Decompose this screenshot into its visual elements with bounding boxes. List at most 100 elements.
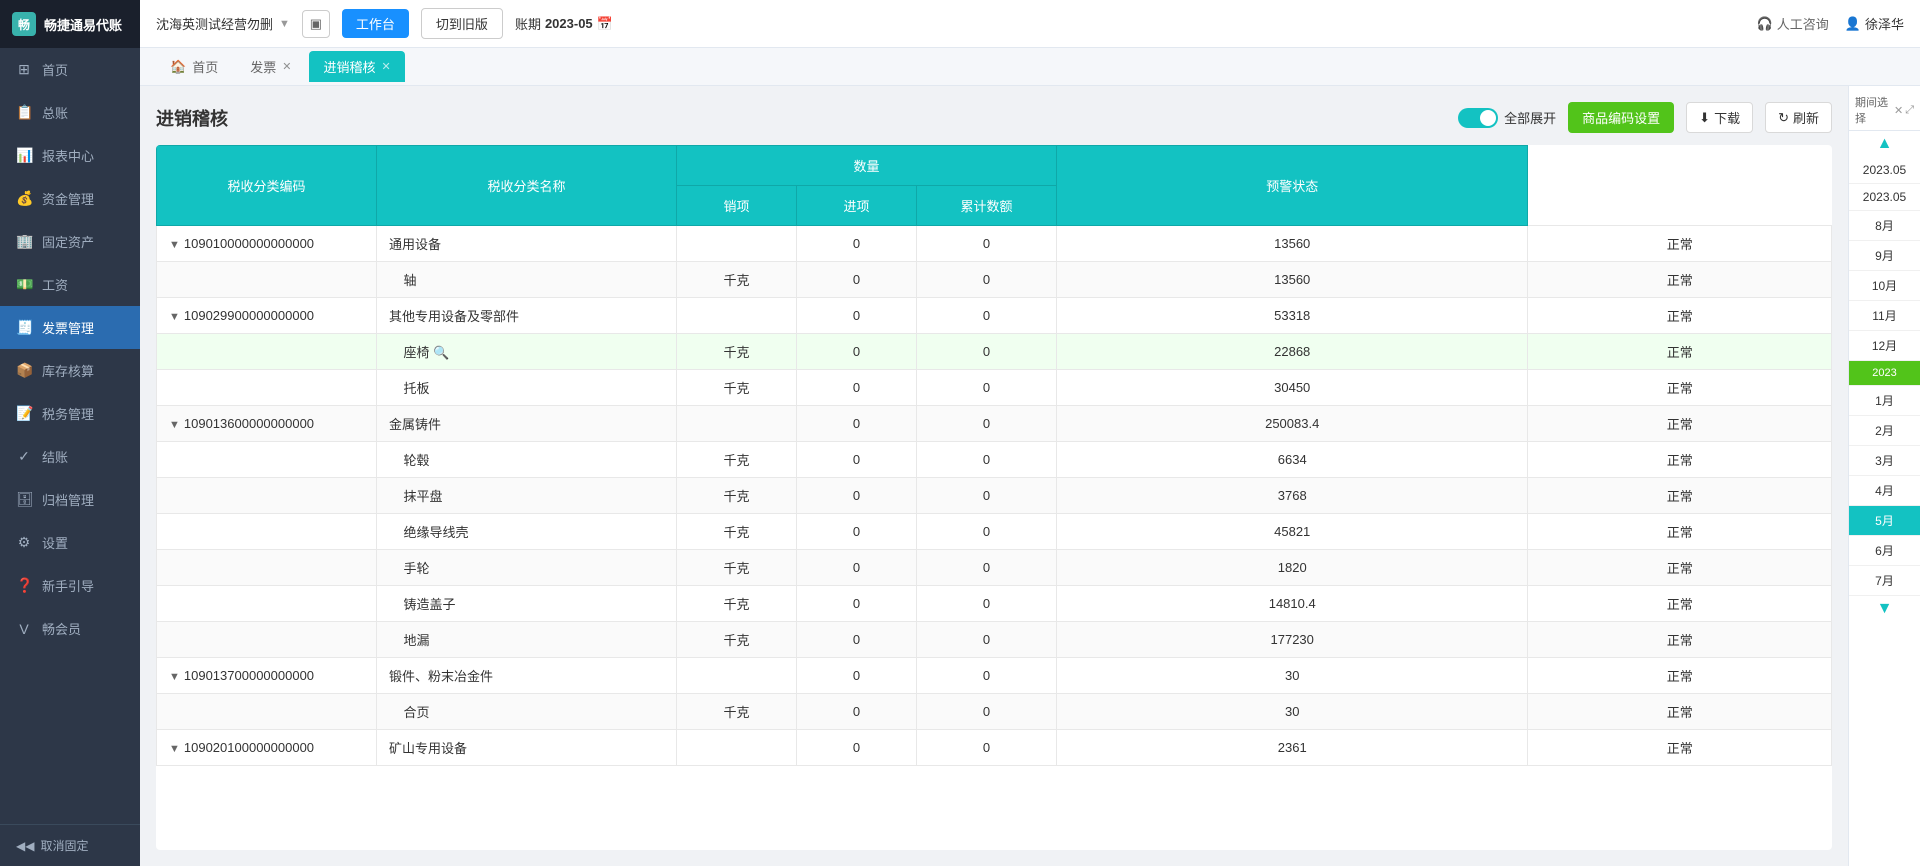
tab-close-icon[interactable]: ✕	[282, 60, 291, 73]
sidebar-item-guide[interactable]: ❓新手引导	[0, 564, 140, 607]
cell-total: 30450	[1057, 370, 1528, 406]
download-button[interactable]: ⬇ 下载	[1686, 102, 1753, 133]
tab-bar: 🏠首页发票✕进销稽核✕	[140, 48, 1920, 86]
cell-name: 矿山专用设备	[377, 730, 677, 766]
expand-all-toggle[interactable]: 全部展开	[1458, 108, 1556, 128]
expand-icon[interactable]: ▼	[169, 743, 180, 755]
period-item-12月[interactable]: 12月	[1849, 331, 1920, 361]
sidebar-item-invoice[interactable]: 🧾发票管理	[0, 306, 140, 349]
period-item-1月[interactable]: 1月	[1849, 386, 1920, 416]
sidebar-label-home: 首页	[42, 60, 68, 79]
period-list: 2023.052023.058月9月10月11月12月20231月2月3月4月5…	[1849, 157, 1920, 596]
sidebar-item-ledger[interactable]: 📋总账	[0, 91, 140, 134]
workbench-button[interactable]: 工作台	[342, 9, 409, 38]
tab-发票[interactable]: 发票✕	[236, 51, 305, 82]
sidebar-item-tax[interactable]: 📝税务管理	[0, 392, 140, 435]
switch-version-button[interactable]: 切到旧版	[421, 8, 503, 39]
home-icon: ⊞	[16, 61, 32, 78]
cell-total: 2361	[1057, 730, 1528, 766]
cell-name: 绝缘导线壳	[377, 514, 677, 550]
save-button[interactable]: ▣	[302, 10, 330, 38]
period-item-10月[interactable]: 10月	[1849, 271, 1920, 301]
cell-code: ▼109010000000000000	[157, 226, 377, 262]
expand-icon[interactable]: ▼	[169, 419, 180, 431]
period-item-8月[interactable]: 8月	[1849, 211, 1920, 241]
settings-icon: ⚙	[16, 534, 32, 551]
sidebar-nav: ⊞ 首页 📋总账📊报表中心💰资金管理🏢固定资产💵工资🧾发票管理📦库存核算📝税务管理✓…	[0, 48, 140, 824]
col-purchase: 进项	[797, 186, 917, 226]
cell-code	[157, 478, 377, 514]
sidebar-item-inventory[interactable]: 📦库存核算	[0, 349, 140, 392]
product-code-button[interactable]: 商品编码设置	[1568, 102, 1674, 133]
period-item-3月[interactable]: 3月	[1849, 446, 1920, 476]
cell-code: ▼109013600000000000	[157, 406, 377, 442]
payroll-icon: 💵	[16, 276, 32, 293]
sidebar-item-archive[interactable]: 🗄归档管理	[0, 478, 140, 521]
table-row: 轴 千克 0 0 13560 正常	[157, 262, 1832, 298]
toggle-switch[interactable]	[1458, 108, 1498, 128]
cell-name: 座椅 🔍	[377, 334, 677, 370]
search-icon[interactable]: 🔍	[433, 345, 449, 360]
sidebar-item-settings[interactable]: ⚙设置	[0, 521, 140, 564]
period-selector[interactable]: 账期 2023-05 📅	[515, 14, 613, 33]
tab-首页[interactable]: 🏠首页	[156, 51, 232, 82]
cell-status: 正常	[1528, 370, 1832, 406]
service-label: 人工咨询	[1777, 14, 1829, 33]
cell-sales: 0	[797, 730, 917, 766]
refresh-button[interactable]: ↻ 刷新	[1765, 102, 1832, 133]
user-menu[interactable]: 👤 徐泽华	[1845, 14, 1904, 33]
pin-icon: ◀◀	[16, 839, 34, 853]
sidebar-item-payroll[interactable]: 💵工资	[0, 263, 140, 306]
cell-sales: 0	[797, 226, 917, 262]
period-label: 账期	[515, 14, 541, 33]
service-button[interactable]: 🎧 人工咨询	[1757, 14, 1829, 33]
tab-close-icon[interactable]: ✕	[381, 60, 390, 73]
period-item-9月[interactable]: 9月	[1849, 241, 1920, 271]
table-row: ▼109020100000000000 矿山专用设备 0 0 2361 正常	[157, 730, 1832, 766]
cell-total: 13560	[1057, 226, 1528, 262]
page-header: 进销稽核 全部展开 商品编码设置 ⬇ 下载 ↻ 刷新	[156, 102, 1832, 133]
cell-code	[157, 514, 377, 550]
cell-name: 抹平盘	[377, 478, 677, 514]
period-item-7月[interactable]: 7月	[1849, 566, 1920, 596]
company-selector[interactable]: 沈海英测试经营勿删 ▼	[156, 14, 290, 33]
expand-icon[interactable]: ▼	[169, 239, 180, 251]
expand-icon[interactable]: ▼	[169, 671, 180, 683]
panel-nav-up[interactable]: ▲	[1849, 131, 1920, 157]
cell-purchase: 0	[917, 514, 1057, 550]
expand-icon[interactable]: ▼	[169, 311, 180, 323]
period-item-6月[interactable]: 6月	[1849, 536, 1920, 566]
tab-进销稽核[interactable]: 进销稽核✕	[309, 51, 404, 82]
period-item-5月[interactable]: 5月	[1849, 506, 1920, 536]
period-item-2023.05[interactable]: 2023.05	[1849, 157, 1920, 184]
expand-all-label: 全部展开	[1504, 108, 1556, 127]
sidebar-label-guide: 新手引导	[42, 576, 94, 595]
data-table: 税收分类编码 税收分类名称 数量 预警状态 销项 进项 累计数额 ▼109010	[156, 145, 1832, 766]
cell-code	[157, 334, 377, 370]
tax-icon: 📝	[16, 405, 32, 422]
panel-expand-icon[interactable]: ⤢	[1905, 104, 1914, 117]
cell-status: 正常	[1528, 694, 1832, 730]
sidebar-item-fund[interactable]: 💰资金管理	[0, 177, 140, 220]
period-item-2月[interactable]: 2月	[1849, 416, 1920, 446]
cell-sales: 0	[797, 334, 917, 370]
sidebar-item-home[interactable]: ⊞ 首页	[0, 48, 140, 91]
panel-close-icon[interactable]: ✕	[1894, 104, 1903, 117]
sidebar-item-member[interactable]: V畅会员	[0, 607, 140, 650]
period-item-2023.05[interactable]: 2023.05	[1849, 184, 1920, 211]
app-logo: 畅 畅捷通易代账	[0, 0, 140, 48]
period-item-4月[interactable]: 4月	[1849, 476, 1920, 506]
cell-unit: 千克	[677, 586, 797, 622]
sidebar-label-report: 报表中心	[42, 146, 94, 165]
sidebar-label-assets: 固定资产	[42, 232, 94, 251]
sidebar-label-settle: 结账	[42, 447, 68, 466]
sidebar-item-report[interactable]: 📊报表中心	[0, 134, 140, 177]
cell-status: 正常	[1528, 514, 1832, 550]
sidebar-item-settle[interactable]: ✓结账	[0, 435, 140, 478]
cell-total: 13560	[1057, 262, 1528, 298]
sidebar-item-assets[interactable]: 🏢固定资产	[0, 220, 140, 263]
sidebar-footer[interactable]: ◀◀ 取消固定	[0, 824, 140, 866]
period-item-11月[interactable]: 11月	[1849, 301, 1920, 331]
panel-nav-down[interactable]: ▼	[1849, 596, 1920, 622]
period-item-2023[interactable]: 2023	[1849, 361, 1920, 386]
